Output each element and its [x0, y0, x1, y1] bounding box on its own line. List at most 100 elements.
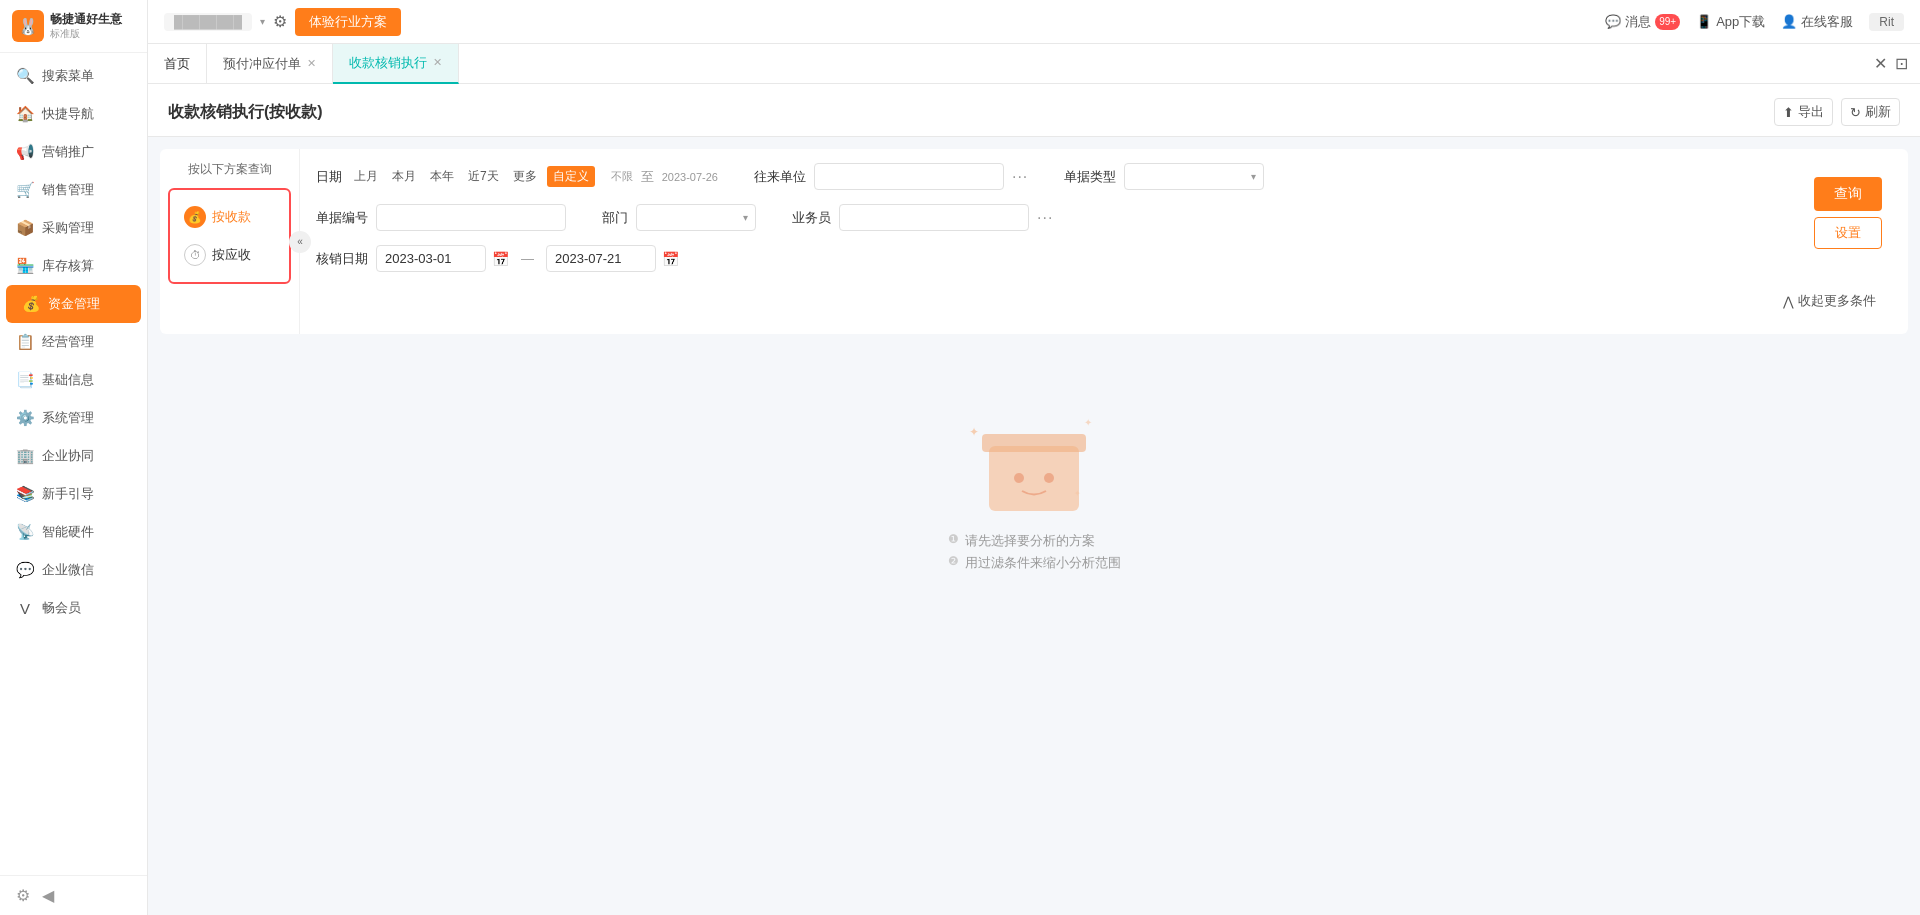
export-button[interactable]: ⬆ 导出: [1774, 98, 1833, 126]
tab-receipt-close-icon[interactable]: ✕: [433, 56, 442, 69]
sidebar-item-basic[interactable]: 📑基础信息: [0, 361, 147, 399]
sidebar-item-member[interactable]: V畅会员: [0, 589, 147, 627]
filter-option-by-receivable[interactable]: ⏱ 按应收: [174, 236, 285, 274]
app-download-action[interactable]: 📱 App下载: [1696, 13, 1765, 31]
sidebar-item-system-label: 系统管理: [42, 409, 94, 427]
tab-prepay-close-icon[interactable]: ✕: [307, 57, 316, 70]
sidebar-item-guide[interactable]: 📚新手引导: [0, 475, 147, 513]
tab-home-label: 首页: [164, 55, 190, 73]
sidebar-item-quicknav[interactable]: 🏠快捷导航: [0, 95, 147, 133]
app-download-label: App下载: [1716, 13, 1765, 31]
date-field: 日期 上月 本月 本年 近7天 更多 自定义: [316, 166, 595, 187]
settings-icon[interactable]: ⚙: [16, 886, 30, 905]
verify-date-start-input[interactable]: [376, 245, 486, 272]
quicknav-icon: 🏠: [16, 105, 34, 123]
sidebar-item-inventory[interactable]: 🏪库存核算: [0, 247, 147, 285]
date-shortcut-custom[interactable]: 自定义: [547, 166, 595, 187]
filter-options-border: 💰 按收款 ⏱ 按应收: [168, 188, 291, 284]
date-shortcut-7days[interactable]: 近7天: [464, 166, 503, 187]
bill-type-select[interactable]: [1124, 163, 1264, 190]
collapse-icon: ⋀: [1783, 294, 1794, 309]
tab-receipt[interactable]: 收款核销执行 ✕: [333, 44, 459, 84]
capital-icon: 💰: [22, 295, 40, 313]
bill-no-label: 单据编号: [316, 209, 368, 227]
sidebar-item-marketing-label: 营销推广: [42, 143, 94, 161]
sidebar-item-capital-label: 资金管理: [48, 295, 100, 313]
sidebar-item-purchase[interactable]: 📦采购管理: [0, 209, 147, 247]
sidebar-item-operation-label: 经营管理: [42, 333, 94, 351]
counterpart-field: 往来单位 ···: [754, 163, 1028, 190]
verify-date-label: 核销日期: [316, 250, 368, 268]
settings-button[interactable]: 设置: [1814, 217, 1882, 249]
bill-no-field: 单据编号: [316, 204, 566, 231]
date-to-value: 2023-07-26: [662, 171, 718, 183]
basic-icon: 📑: [16, 371, 34, 389]
enterprise-icon: 🏢: [16, 447, 34, 465]
sidebar-item-sales[interactable]: 🛒销售管理: [0, 171, 147, 209]
refresh-button[interactable]: ↻ 刷新: [1841, 98, 1900, 126]
content-area: 收款核销执行(按收款) ⬆ 导出 ↻ 刷新 按以下方案查询 💰: [148, 84, 1920, 915]
edition-label: 标准版: [50, 27, 122, 40]
date-shortcut-last-month[interactable]: 上月: [350, 166, 382, 187]
system-icon: ⚙️: [16, 409, 34, 427]
sidebar-item-enterprise[interactable]: 🏢企业协同: [0, 437, 147, 475]
search-icon: 🔍: [16, 67, 34, 85]
collapse-sidebar-icon[interactable]: ◀: [42, 886, 54, 905]
sidebar-item-member-label: 畅会员: [42, 599, 81, 617]
counterpart-input[interactable]: [814, 163, 1004, 190]
filter-main: 日期 上月 本月 本年 近7天 更多 自定义: [300, 149, 1908, 334]
sidebar-item-search[interactable]: 🔍搜索菜单: [0, 57, 147, 95]
date-shortcut-more[interactable]: 更多: [509, 166, 541, 187]
industry-solution-button[interactable]: 体验行业方案: [295, 8, 401, 36]
header-settings-icon[interactable]: ⚙: [273, 12, 287, 31]
tab-home[interactable]: 首页: [148, 44, 207, 84]
maximize-tab-action-icon[interactable]: ⊡: [1895, 54, 1908, 73]
department-select[interactable]: [636, 204, 756, 231]
sidebar-item-hardware[interactable]: 📡智能硬件: [0, 513, 147, 551]
dropdown-arrow-icon[interactable]: ▾: [260, 16, 265, 27]
sidebar-menu: 🔍搜索菜单🏠快捷导航📢营销推广🛒销售管理📦采购管理🏪库存核算 💰 资金管理 📋经营管理…: [0, 53, 147, 875]
bill-type-label: 单据类型: [1064, 168, 1116, 186]
verify-date-start-group: 📅: [376, 245, 509, 272]
message-label: 消息: [1625, 13, 1651, 31]
online-service-label: 在线客服: [1801, 13, 1853, 31]
verify-date-field: 核销日期 📅 — 📅: [316, 245, 679, 272]
sidebar-item-marketing[interactable]: 📢营销推广: [0, 133, 147, 171]
sidebar-item-wechat[interactable]: 💬企业微信: [0, 551, 147, 589]
empty-text: ❶ 请先选择要分析的方案 ❷ 用过滤条件来缩小分析范围: [948, 532, 1121, 576]
sidebar-item-operation[interactable]: 📋经营管理: [0, 323, 147, 361]
empty-hint-1: ❶ 请先选择要分析的方案: [948, 532, 1121, 550]
user-avatar[interactable]: Rit: [1869, 13, 1904, 31]
staff-field: 业务员 ···: [792, 204, 1053, 231]
date-shortcut-this-month[interactable]: 本月: [388, 166, 420, 187]
inventory-icon: 🏪: [16, 257, 34, 275]
empty-illustration-svg: ✦ ✦ ✦: [964, 406, 1104, 516]
svg-rect-1: [982, 434, 1086, 452]
page-header: 收款核销执行(按收款) ⬆ 导出 ↻ 刷新: [148, 84, 1920, 137]
message-action[interactable]: 💬 消息 99+: [1605, 13, 1680, 31]
staff-ellipsis-icon[interactable]: ···: [1037, 209, 1053, 227]
date-shortcut-this-year[interactable]: 本年: [426, 166, 458, 187]
sidebar-item-system[interactable]: ⚙️ 系统管理: [0, 399, 147, 437]
online-service-action[interactable]: 👤 在线客服: [1781, 13, 1853, 31]
verify-date-end-input[interactable]: [546, 245, 656, 272]
message-icon: 💬: [1605, 14, 1621, 29]
collapse-more-button[interactable]: ⋀ 收起更多条件: [1783, 292, 1876, 310]
filter-option-by-receipt[interactable]: 💰 按收款: [174, 198, 285, 236]
user-info: ████████: [164, 13, 252, 31]
filter-row-2: 单据编号 部门 ▾: [316, 204, 1804, 231]
purchase-icon: 📦: [16, 219, 34, 237]
collapse-filter-sidebar-button[interactable]: «: [289, 231, 311, 253]
verify-date-end-calendar-icon[interactable]: 📅: [662, 251, 679, 267]
staff-input[interactable]: [839, 204, 1029, 231]
tab-prepay-label: 预付冲应付单: [223, 55, 301, 73]
verify-date-start-calendar-icon[interactable]: 📅: [492, 251, 509, 267]
top-header: ████████ ▾ ⚙ 体验行业方案 💬 消息 99+ 📱 App下载 👤 在…: [148, 0, 1920, 44]
svg-point-3: [1044, 473, 1054, 483]
counterpart-ellipsis-icon[interactable]: ···: [1012, 168, 1028, 186]
query-button[interactable]: 查询: [1814, 177, 1882, 211]
bill-no-input[interactable]: [376, 204, 566, 231]
tab-prepay[interactable]: 预付冲应付单 ✕: [207, 44, 333, 84]
sidebar-item-capital[interactable]: 💰 资金管理: [6, 285, 141, 323]
close-tab-action-icon[interactable]: ✕: [1874, 54, 1887, 73]
